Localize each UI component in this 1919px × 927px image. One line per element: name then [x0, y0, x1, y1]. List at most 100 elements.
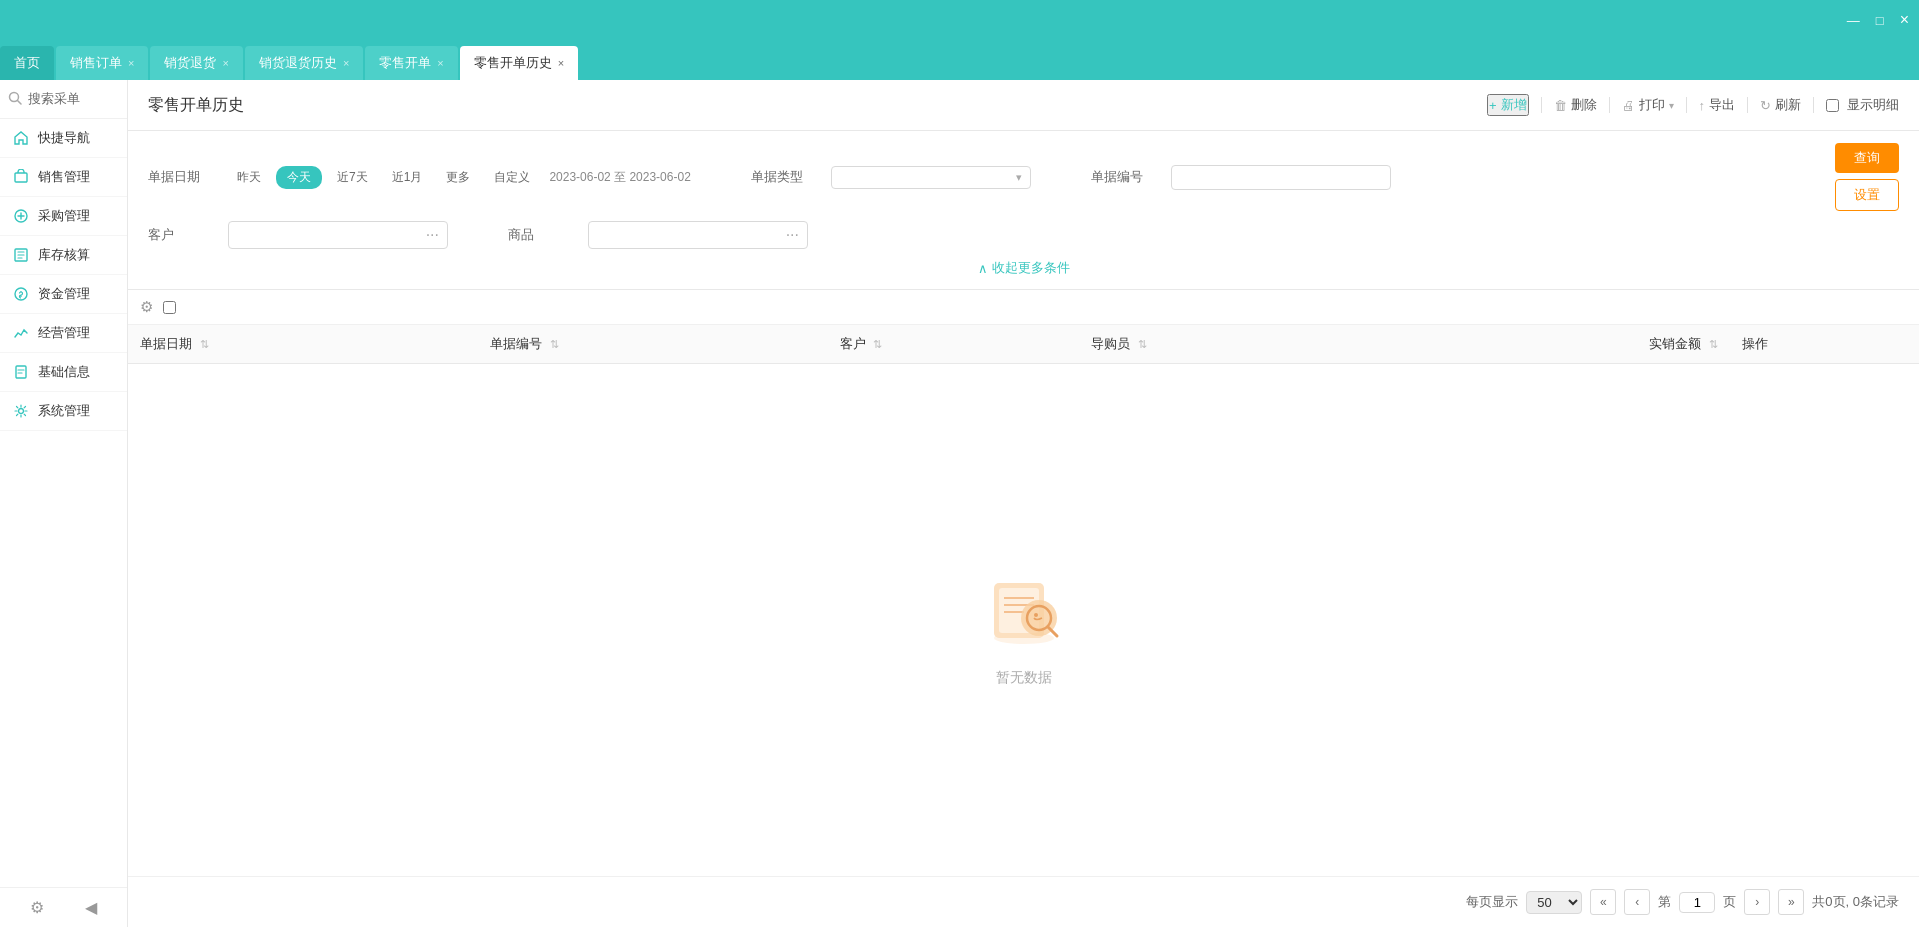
col-customer[interactable]: 客户 ⇅ [828, 325, 1080, 364]
date-btn-today[interactable]: 今天 [276, 166, 322, 189]
tab-sales-return-history[interactable]: 销货退货历史 × [245, 46, 363, 80]
svg-rect-6 [16, 366, 26, 378]
number-filter-input[interactable] [1171, 165, 1391, 190]
query-set-group: 查询 设置 [1835, 143, 1899, 211]
col-action: 操作 [1730, 325, 1919, 364]
col-action-label: 操作 [1742, 336, 1768, 351]
tab-retail-open-history-close[interactable]: × [558, 57, 564, 69]
empty-state: 暂无数据 [128, 364, 1919, 876]
last-page-btn[interactable]: » [1778, 889, 1804, 915]
sidebar-item-operations[interactable]: 经营管理 [0, 314, 127, 353]
col-amount[interactable]: 实销金额 ⇅ [1380, 325, 1730, 364]
sidebar-item-finance[interactable]: 资金管理 [0, 275, 127, 314]
tab-home[interactable]: 首页 [0, 46, 54, 80]
date-btn-custom[interactable]: 自定义 [485, 166, 539, 189]
goods-filter-input[interactable]: ··· [588, 221, 808, 249]
type-filter-arrow-icon: ▾ [1016, 171, 1022, 184]
table-header-row: 单据日期 ⇅ 单据编号 ⇅ 客户 ⇅ 导购员 ⇅ [128, 325, 1919, 364]
tab-sales-return-history-close[interactable]: × [343, 57, 349, 69]
sidebar-item-base-info[interactable]: 基础信息 [0, 353, 127, 392]
top-bar: — □ × [0, 0, 1919, 40]
collapse-conditions-btn[interactable]: ∧ 收起更多条件 [148, 259, 1899, 277]
maximize-btn[interactable]: □ [1876, 13, 1884, 28]
query-button[interactable]: 查询 [1835, 143, 1899, 173]
col-guide-label: 导购员 [1091, 336, 1130, 351]
sidebar-item-system[interactable]: 系统管理 [0, 392, 127, 431]
sidebar-item-inventory[interactable]: 库存核算 [0, 236, 127, 275]
delete-button[interactable]: 🗑 删除 [1554, 96, 1597, 114]
refresh-button[interactable]: ↻ 刷新 [1760, 96, 1801, 114]
search-icon [8, 91, 22, 108]
tab-sales-return-history-label: 销货退货历史 [259, 54, 337, 72]
settings-gear-icon[interactable]: ⚙ [30, 898, 44, 917]
export-button[interactable]: ↑ 导出 [1699, 96, 1736, 114]
date-btn-1month[interactable]: 近1月 [383, 166, 432, 189]
tab-retail-open-history[interactable]: 零售开单历史 × [460, 46, 578, 80]
collapse-arrow-icon: ∧ [978, 261, 988, 276]
tab-sales-order-close[interactable]: × [128, 57, 134, 69]
page-suffix-label: 页 [1723, 893, 1736, 911]
sidebar-item-quick-nav[interactable]: 快捷导航 [0, 119, 127, 158]
operations-icon [12, 324, 30, 342]
base-info-icon [12, 363, 30, 381]
select-all-checkbox[interactable] [163, 301, 176, 314]
type-filter-select[interactable]: ▾ [831, 166, 1031, 189]
delete-label: 删除 [1571, 96, 1597, 114]
date-btn-7days[interactable]: 近7天 [328, 166, 377, 189]
collapse-sidebar-btn[interactable]: ◀ [85, 898, 97, 917]
per-page-select[interactable]: 50 100 200 [1526, 891, 1582, 914]
tab-retail-open[interactable]: 零售开单 × [365, 46, 457, 80]
divider-2 [1609, 97, 1610, 113]
delete-icon: 🗑 [1554, 98, 1567, 113]
collapse-label: 收起更多条件 [992, 259, 1070, 277]
next-page-btn[interactable]: › [1744, 889, 1770, 915]
tab-sales-return-label: 销货退货 [164, 54, 216, 72]
sidebar-item-finance-label: 资金管理 [38, 285, 90, 303]
col-date[interactable]: 单据日期 ⇅ [128, 325, 478, 364]
sales-icon [12, 168, 30, 186]
toolbar-buttons: + 新增 🗑 删除 🖨 打印 ▾ ↑ 导出 [1487, 94, 1899, 116]
minimize-btn[interactable]: — [1847, 13, 1860, 28]
display-detail-button[interactable]: 显示明细 [1826, 96, 1899, 114]
sidebar-search[interactable]: 搜索采单 [0, 80, 127, 119]
col-guide[interactable]: 导购员 ⇅ [1079, 325, 1380, 364]
filter-area: 单据日期 昨天 今天 近7天 近1月 更多 自定义 2023-06-02 至 2… [128, 131, 1919, 290]
customer-filter-label: 客户 [148, 226, 208, 244]
date-filter-label: 单据日期 [148, 168, 208, 186]
sidebar: 搜索采单 快捷导航 销售管理 [0, 80, 128, 927]
window-close-btn[interactable]: × [1900, 11, 1909, 29]
total-records-text: 共0页, 0条记录 [1812, 893, 1899, 911]
tab-sales-return-close[interactable]: × [222, 57, 228, 69]
date-btn-more[interactable]: 更多 [437, 166, 479, 189]
page-number-input[interactable] [1679, 892, 1715, 913]
export-label: 导出 [1709, 96, 1735, 114]
print-button[interactable]: 🖨 打印 ▾ [1622, 96, 1674, 114]
add-button[interactable]: + 新增 [1487, 94, 1529, 116]
goods-dots[interactable]: ··· [786, 226, 799, 244]
number-filter-label: 单据编号 [1091, 168, 1151, 186]
sidebar-item-purchase-mgmt-label: 采购管理 [38, 207, 90, 225]
set-button[interactable]: 设置 [1835, 179, 1899, 211]
customer-dots[interactable]: ··· [426, 226, 439, 244]
tab-sales-order[interactable]: 销售订单 × [56, 46, 148, 80]
tab-sales-return[interactable]: 销货退货 × [150, 46, 242, 80]
customer-filter-input[interactable]: ··· [228, 221, 448, 249]
refresh-icon: ↻ [1760, 98, 1771, 113]
tab-retail-open-close[interactable]: × [437, 57, 443, 69]
col-number[interactable]: 单据编号 ⇅ [478, 325, 828, 364]
empty-illustration [974, 553, 1074, 653]
display-detail-checkbox[interactable] [1826, 99, 1839, 112]
date-btn-yesterday[interactable]: 昨天 [228, 166, 270, 189]
col-date-label: 单据日期 [140, 336, 192, 351]
prev-page-btn[interactable]: ‹ [1624, 889, 1650, 915]
col-amount-label: 实销金额 [1649, 336, 1701, 351]
system-icon [12, 402, 30, 420]
table-settings-icon[interactable]: ⚙ [140, 298, 153, 316]
col-number-label: 单据编号 [490, 336, 542, 351]
divider-4 [1747, 97, 1748, 113]
sidebar-item-base-info-label: 基础信息 [38, 363, 90, 381]
first-page-btn[interactable]: « [1590, 889, 1616, 915]
sidebar-item-purchase-mgmt[interactable]: 采购管理 [0, 197, 127, 236]
col-customer-label: 客户 [840, 336, 866, 351]
sidebar-item-sales-mgmt[interactable]: 销售管理 [0, 158, 127, 197]
